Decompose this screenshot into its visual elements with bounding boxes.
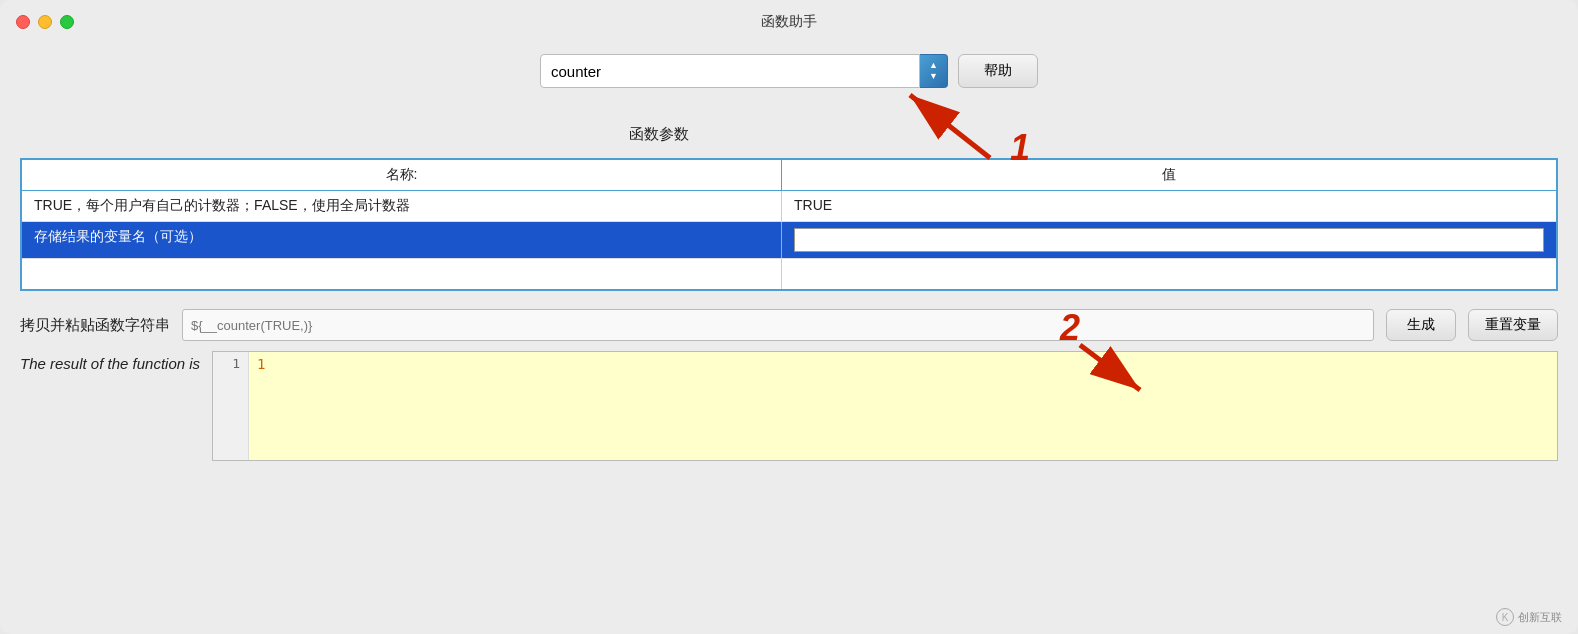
- spinner-down-icon: ▼: [929, 72, 938, 81]
- row1-name: TRUE，每个用户有自己的计数器；FALSE，使用全局计数器: [22, 191, 782, 221]
- copy-input[interactable]: [182, 309, 1374, 341]
- spinner-up-icon: ▲: [929, 61, 938, 70]
- watermark-icon: K: [1496, 608, 1514, 626]
- function-search-input[interactable]: [540, 54, 920, 88]
- table-row-selected[interactable]: 存储结果的变量名（可选）: [22, 222, 1556, 259]
- result-label: The result of the function is: [20, 351, 200, 372]
- maximize-button[interactable]: [60, 15, 74, 29]
- watermark: K 创新互联: [1496, 608, 1562, 626]
- bottom-section: 拷贝并粘贴函数字符串 生成 重置变量 The result of the fun…: [20, 309, 1558, 461]
- row2-value-cell: [782, 222, 1556, 258]
- help-button[interactable]: 帮助: [958, 54, 1038, 88]
- result-content: 1: [249, 352, 1557, 460]
- table-row[interactable]: TRUE，每个用户有自己的计数器；FALSE，使用全局计数器 TRUE: [22, 191, 1556, 222]
- watermark-symbol: K: [1502, 612, 1509, 623]
- minimize-button[interactable]: [38, 15, 52, 29]
- spinner-button[interactable]: ▲ ▼: [920, 54, 948, 88]
- table-header: 名称: 值: [22, 160, 1556, 191]
- result-row: The result of the function is 1 1: [20, 351, 1558, 461]
- col-name-header: 名称:: [22, 160, 782, 190]
- empty-name-cell: [22, 259, 782, 289]
- annotation-area-1: 函数参数: [20, 98, 1558, 148]
- row2-name: 存储结果的变量名（可选）: [22, 222, 782, 258]
- row1-value: TRUE: [782, 191, 1556, 221]
- line-numbers: 1: [213, 352, 249, 460]
- watermark-text: 创新互联: [1518, 610, 1562, 625]
- titlebar: 函数助手: [0, 0, 1578, 44]
- col-value-header: 值: [782, 160, 1556, 190]
- content-area: ▲ ▼ 帮助 函数参数 名称: 值 TRUE，每个用户有自己的计数器；FALSE…: [0, 44, 1578, 634]
- table-empty-row: [22, 259, 1556, 289]
- traffic-lights: [16, 15, 74, 29]
- result-editor: 1 1: [212, 351, 1558, 461]
- row2-value-input[interactable]: [794, 228, 1544, 252]
- empty-value-cell: [782, 259, 1556, 289]
- func-params-label: 函数参数: [629, 125, 689, 144]
- window-title: 函数助手: [761, 13, 817, 31]
- reset-button[interactable]: 重置变量: [1468, 309, 1558, 341]
- top-bar: ▲ ▼ 帮助: [20, 54, 1558, 88]
- copy-label: 拷贝并粘贴函数字符串: [20, 316, 170, 335]
- search-container: ▲ ▼: [540, 54, 948, 88]
- params-table: 名称: 值 TRUE，每个用户有自己的计数器；FALSE，使用全局计数器 TRU…: [20, 158, 1558, 291]
- main-window: 函数助手 ▲ ▼ 帮助 函数参数 名称: 值 TRUE，每: [0, 0, 1578, 634]
- line-number-1: 1: [221, 356, 240, 371]
- generate-button[interactable]: 生成: [1386, 309, 1456, 341]
- result-value: 1: [257, 356, 265, 372]
- close-button[interactable]: [16, 15, 30, 29]
- copy-row: 拷贝并粘贴函数字符串 生成 重置变量: [20, 309, 1558, 341]
